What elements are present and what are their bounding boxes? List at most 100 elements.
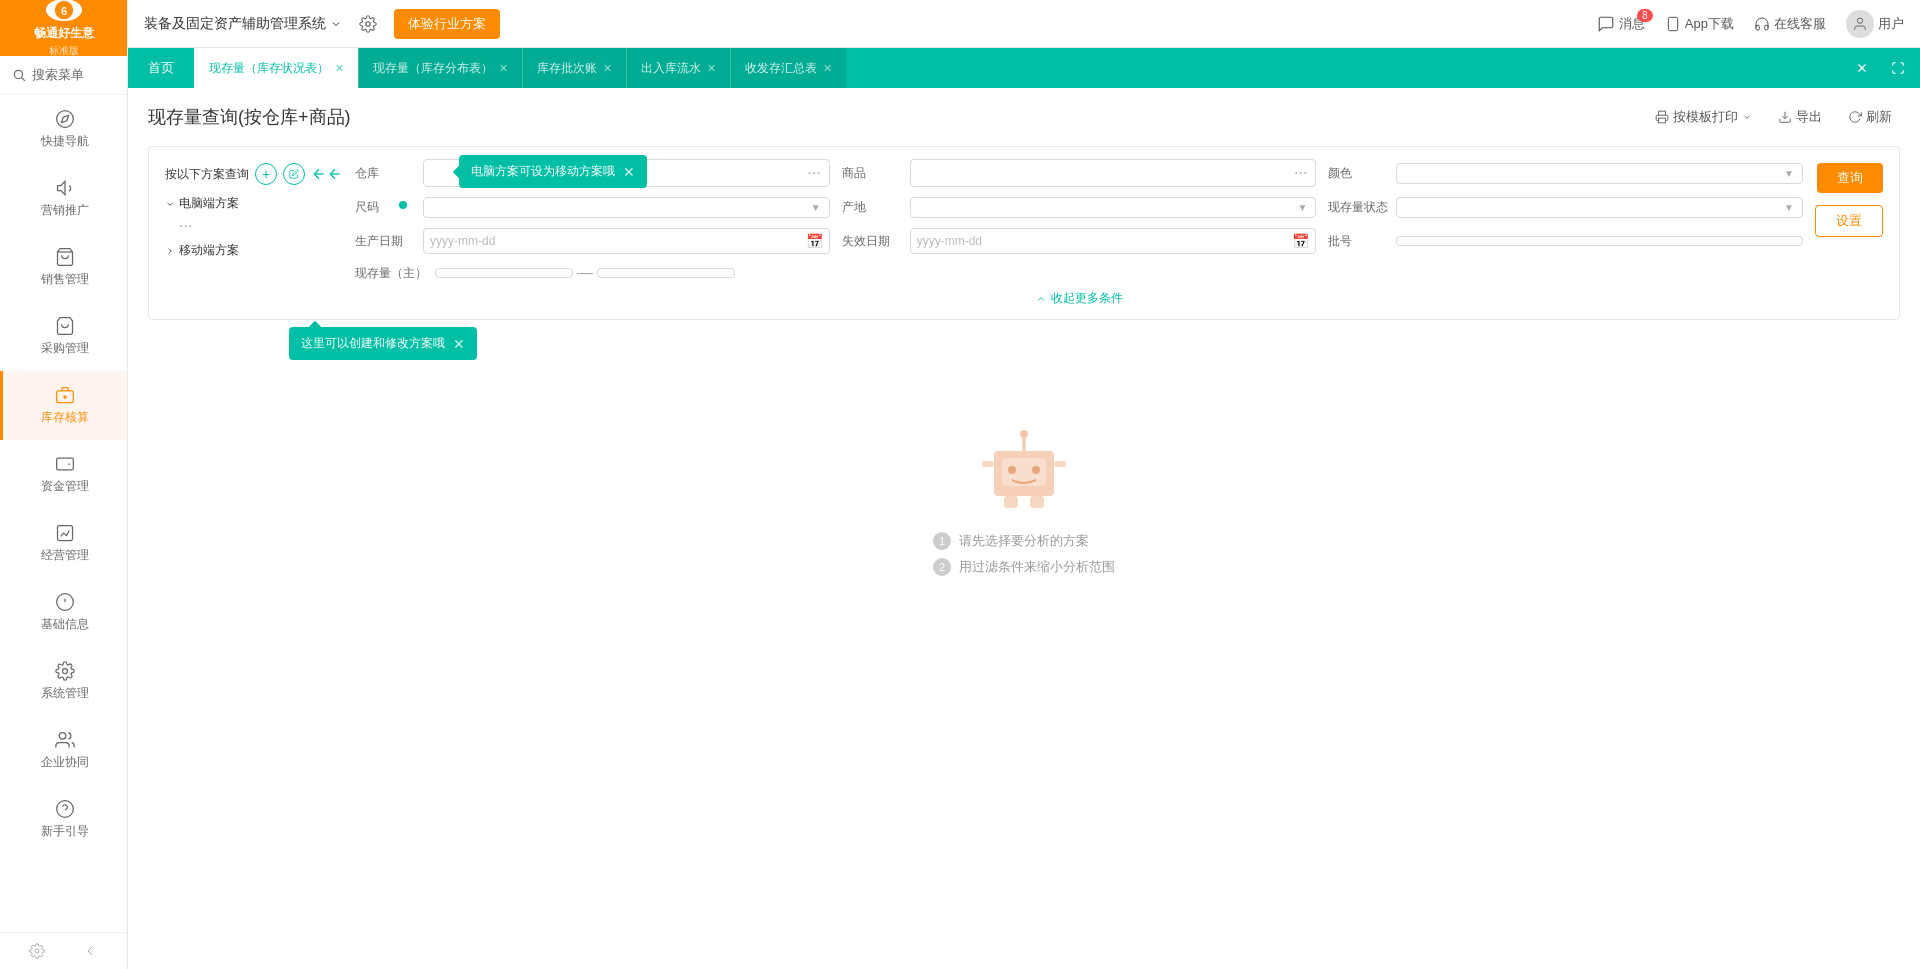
stock-qty-min[interactable]	[435, 268, 573, 278]
gear-icon	[55, 661, 75, 681]
sidebar-item-purchase[interactable]: 采购管理	[0, 302, 127, 371]
tooltip-rename-close[interactable]: ✕	[623, 164, 635, 180]
scheme-mobile-item[interactable]: 移动端方案	[165, 242, 343, 259]
sidebar-item-sales[interactable]: 销售管理	[0, 233, 127, 302]
warehouse-label: 仓库	[355, 165, 415, 182]
cart-icon	[55, 247, 75, 267]
expire-date-label: 失效日期	[842, 233, 902, 250]
sidebar-item-marketing[interactable]: 营销推广	[0, 164, 127, 233]
produce-date-range: yyyy-mm-dd 📅	[423, 228, 830, 254]
scheme-pc-group: 电脑端方案	[165, 195, 343, 212]
tab-close-btn[interactable]: ✕	[707, 63, 716, 74]
tab-close-btn[interactable]: ✕	[335, 63, 344, 74]
tooltip-create-text: 这里可以创建和修改方案哦	[301, 335, 445, 352]
tab-inventory-dist[interactable]: 现存量（库存分布表） ✕	[358, 48, 522, 88]
service-btn[interactable]: 在线客服	[1754, 15, 1826, 33]
export-btn[interactable]: 导出	[1770, 104, 1830, 130]
tab-fullscreen-btn[interactable]	[1884, 54, 1912, 82]
tab-home[interactable]: 首页	[128, 48, 194, 88]
scheme-indicator	[399, 201, 407, 209]
tab-inout-flow[interactable]: 出入库流水 ✕	[626, 48, 730, 88]
svg-rect-11	[58, 526, 73, 541]
filter-back-btn[interactable]	[311, 166, 343, 182]
refresh-btn[interactable]: 刷新	[1840, 104, 1900, 130]
tab-receive-summary[interactable]: 收发存汇总表 ✕	[730, 48, 846, 88]
nav-label: 企业协同	[41, 754, 89, 771]
print-btn[interactable]: 按模板打印	[1647, 104, 1760, 130]
color-label: 颜色	[1328, 165, 1388, 182]
origin-input[interactable]: ▼	[910, 197, 1317, 218]
header-left: 装备及固定资产辅助管理系统 体验行业方案	[144, 9, 500, 39]
sidebar-item-operation[interactable]: 经营管理	[0, 509, 127, 578]
filter-add-btn[interactable]: +	[255, 163, 277, 185]
size-arrow: ▼	[811, 202, 821, 213]
box-icon	[55, 385, 75, 405]
sidebar-item-newbie[interactable]: 新手引导	[0, 785, 127, 854]
collapse-btn[interactable]: 收起更多条件	[355, 290, 1803, 307]
tab-close-all-btn[interactable]	[1848, 54, 1876, 82]
filter-row-2: 尺码 ▼ 产地 ▼	[355, 197, 1803, 218]
tab-close-btn[interactable]: ✕	[603, 63, 612, 74]
expire-date-start[interactable]: yyyy-mm-dd 📅	[910, 228, 1317, 254]
filter-row-4: 现存量（主） —	[355, 264, 1803, 282]
tab-close-btn[interactable]: ✕	[499, 63, 508, 74]
set-btn[interactable]: 设置	[1815, 205, 1883, 237]
system-name-dropdown[interactable]: 装备及固定资产辅助管理系统	[144, 15, 342, 33]
color-input[interactable]: ▼	[1396, 163, 1803, 184]
header-settings-btn[interactable]	[354, 10, 382, 38]
tooltip-scheme-rename: 电脑方案可设为移动方案哦 ✕	[459, 155, 647, 188]
svg-text:6: 6	[60, 4, 66, 16]
goods-label: 商品	[842, 165, 902, 182]
empty-tip-1: 1 请先选择要分析的方案	[933, 532, 1115, 550]
sidebar-nav: 快捷导航 营销推广 销售管理 采购管理 库存核算	[0, 95, 127, 932]
size-input[interactable]: ▼	[423, 197, 830, 218]
tab-close-btn[interactable]: ✕	[823, 63, 832, 74]
sidebar-item-quick-nav[interactable]: 快捷导航	[0, 95, 127, 164]
scheme-pc-item[interactable]: 电脑端方案	[165, 195, 343, 212]
filter-origin: 产地 ▼	[842, 197, 1317, 218]
tooltip-create-close[interactable]: ✕	[453, 336, 465, 352]
stock-qty-max[interactable]	[597, 268, 735, 278]
sidebar-search[interactable]: 搜索菜单	[0, 56, 127, 95]
trial-btn[interactable]: 体验行业方案	[394, 9, 500, 39]
search-btn[interactable]: 查询	[1817, 163, 1883, 193]
stock-status-input[interactable]: ▼	[1396, 197, 1803, 218]
filter-row-3: 生产日期 yyyy-mm-dd 📅 失效日期	[355, 228, 1803, 254]
warehouse-dots: ···	[807, 164, 820, 182]
nav-label: 营销推广	[41, 202, 89, 219]
sidebar-item-finance[interactable]: 资金管理	[0, 440, 127, 509]
color-arrow: ▼	[1784, 168, 1794, 179]
sidebar-item-basic[interactable]: 基础信息	[0, 578, 127, 647]
sidebar-item-inventory[interactable]: 库存核算	[0, 371, 127, 440]
tip-num-2: 2	[933, 558, 951, 576]
sidebar-settings-btn[interactable]	[29, 943, 45, 959]
filter-edit-btn[interactable]	[283, 163, 305, 185]
sidebar-item-enterprise[interactable]: 企业协同	[0, 716, 127, 785]
sidebar-item-system[interactable]: 系统管理	[0, 647, 127, 716]
empty-icon	[974, 416, 1074, 516]
expire-date-range: yyyy-mm-dd 📅	[910, 228, 1317, 254]
goods-input[interactable]: ···	[910, 159, 1317, 187]
tab-inventory-status[interactable]: 现存量（库存状况表） ✕	[194, 48, 358, 88]
page-actions: 按模板打印 导出	[1647, 104, 1900, 130]
nav-label: 销售管理	[41, 271, 89, 288]
robot-svg	[974, 416, 1074, 516]
top-header: 装备及固定资产辅助管理系统 体验行业方案 消息 8	[128, 0, 1920, 48]
app-download-btn[interactable]: App下载	[1665, 15, 1734, 33]
print-label: 按模板打印	[1673, 108, 1738, 126]
sidebar-collapse-btn[interactable]	[82, 943, 98, 959]
logo-text: 畅通好生意	[34, 25, 94, 42]
batch-no-input[interactable]	[1396, 236, 1803, 246]
team-icon	[55, 730, 75, 750]
svg-point-2	[14, 70, 22, 78]
nav-label: 基础信息	[41, 616, 89, 633]
user-menu[interactable]: 用户	[1846, 10, 1904, 38]
settings-icon	[359, 15, 377, 33]
message-btn[interactable]: 消息 8	[1597, 15, 1645, 33]
tab-batch-account[interactable]: 库存批次账 ✕	[522, 48, 626, 88]
range-sep: —	[577, 264, 593, 282]
page-title: 现存量查询(按仓库+商品)	[148, 105, 351, 129]
tooltip-arrow	[453, 166, 459, 178]
produce-date-start[interactable]: yyyy-mm-dd 📅	[423, 228, 830, 254]
tip-1-text: 请先选择要分析的方案	[959, 532, 1089, 550]
